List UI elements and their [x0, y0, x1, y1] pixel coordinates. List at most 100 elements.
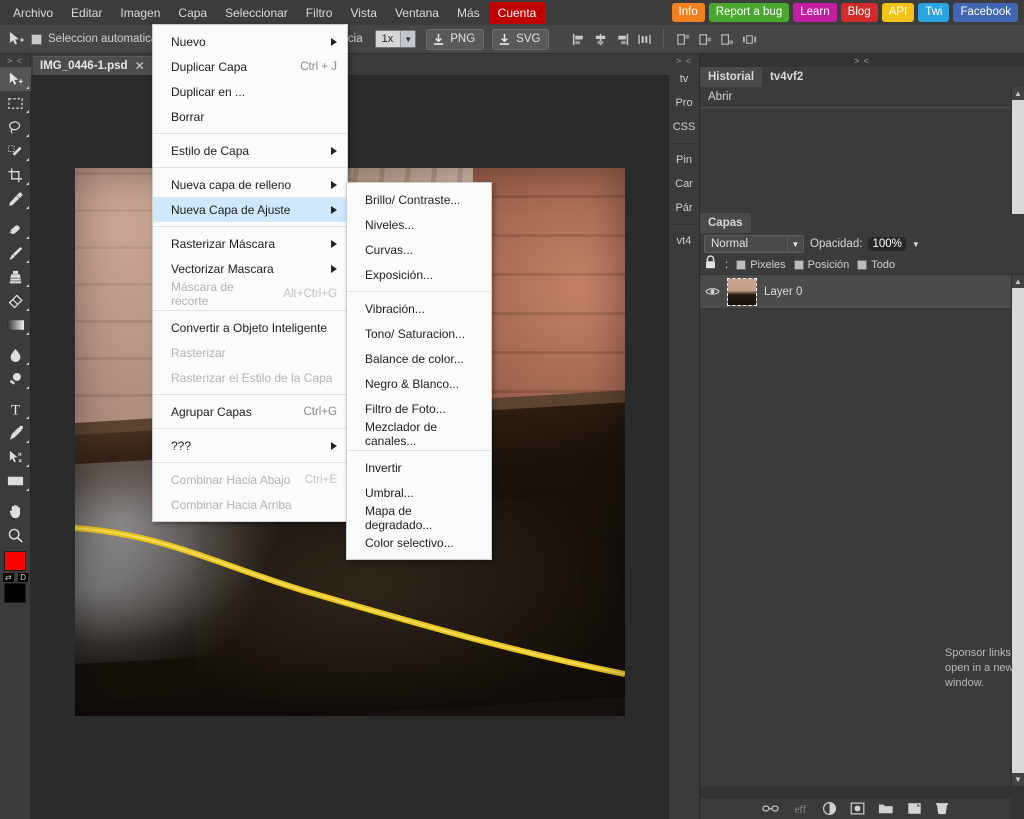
shape-tool[interactable]	[0, 469, 31, 493]
menu-ventana[interactable]: Ventana	[386, 2, 448, 24]
submenuitem-color-selectivo[interactable]: Color selectivo...	[347, 530, 491, 555]
submenuitem-filtro-de-foto[interactable]: Filtro de Foto...	[347, 396, 491, 421]
scroll-thumb[interactable]	[1012, 100, 1024, 219]
background-color-swatch[interactable]	[4, 583, 26, 603]
scroll-down-icon[interactable]: ▼	[1012, 773, 1024, 786]
scroll-up-icon[interactable]: ▲	[1012, 275, 1024, 288]
menuitem-duplicar-capa[interactable]: Duplicar Capa Ctrl + J	[153, 54, 347, 79]
distribute-horizontal-button[interactable]	[633, 28, 655, 50]
distribute-spacing-button[interactable]	[738, 28, 760, 50]
path-selection-tool[interactable]	[0, 445, 31, 469]
submenuitem-brillo-contraste[interactable]: Brillo/ Contraste...	[347, 187, 491, 212]
pen-tool[interactable]	[0, 421, 31, 445]
new-layer-icon[interactable]	[907, 802, 922, 815]
rail-item-pin[interactable]: Pin	[669, 148, 699, 172]
submenuitem-exposicion[interactable]: Exposición...	[347, 262, 491, 287]
lock-all-option[interactable]: Todo	[857, 259, 895, 271]
eraser-tool[interactable]	[0, 289, 31, 313]
menu-mas[interactable]: Más	[448, 2, 489, 24]
submenuitem-mezclador-de-canales[interactable]: Mezclador de canales...	[347, 420, 491, 448]
layer-mask-icon[interactable]	[850, 802, 865, 815]
align-left-button[interactable]	[567, 28, 589, 50]
lasso-tool[interactable]	[0, 115, 31, 139]
clone-stamp-tool[interactable]	[0, 265, 31, 289]
zoom-select[interactable]: 1x ▼	[374, 30, 417, 48]
eyedropper-tool[interactable]	[0, 187, 31, 211]
blend-mode-select[interactable]: Normal ▼	[704, 235, 804, 253]
menuitem-convertir-a-objeto-inteligente[interactable]: Convertir a Objeto Inteligente	[153, 315, 347, 340]
rail-item-vt4[interactable]: vt4	[669, 229, 699, 253]
scroll-thumb[interactable]	[1012, 288, 1024, 773]
menuitem-duplicar-en[interactable]: Duplicar en ...	[153, 79, 347, 104]
layer-align-b-button[interactable]	[694, 28, 716, 50]
rail-item-tv[interactable]: tv	[669, 67, 699, 91]
tools-collapse-button[interactable]: > <	[0, 54, 30, 67]
submenuitem-tono-saturacion[interactable]: Tono/ Saturacion...	[347, 321, 491, 346]
layer-align-c-button[interactable]	[716, 28, 738, 50]
menu-imagen[interactable]: Imagen	[111, 2, 169, 24]
lock-all-checkbox[interactable]	[857, 259, 868, 270]
default-colors-icon[interactable]: D	[18, 572, 28, 582]
menu-editar[interactable]: Editar	[62, 2, 111, 24]
submenuitem-negro-y-blanco[interactable]: Negro & Blanco...	[347, 371, 491, 396]
lock-position-checkbox[interactable]	[793, 259, 804, 270]
link-layers-icon[interactable]	[762, 803, 779, 814]
brush-tool[interactable]	[0, 241, 31, 265]
move-tool[interactable]	[0, 67, 31, 91]
submenuitem-niveles[interactable]: Niveles...	[347, 212, 491, 237]
layer-effects-icon[interactable]: eff	[792, 802, 809, 815]
link-learn[interactable]: Learn	[793, 3, 837, 22]
menuitem-rasterizar-mascara[interactable]: Rasterizar Máscara	[153, 231, 347, 256]
lock-position-option[interactable]: Posición	[793, 259, 849, 271]
document-tab[interactable]: IMG_0446-1.psd ✕	[33, 56, 152, 75]
adjustment-layer-submenu[interactable]: Brillo/ Contraste... Niveles... Curvas..…	[346, 182, 492, 560]
scroll-up-icon[interactable]: ▲	[1012, 87, 1024, 100]
zoom-tool[interactable]	[0, 523, 31, 547]
menu-archivo[interactable]: Archivo	[4, 2, 62, 24]
type-tool[interactable]: T	[0, 397, 31, 421]
export-svg-button[interactable]: SVG	[492, 28, 550, 50]
submenuitem-curvas[interactable]: Curvas...	[347, 237, 491, 262]
crop-tool[interactable]	[0, 163, 31, 187]
layer-name[interactable]: Layer 0	[764, 286, 802, 298]
blur-tool[interactable]	[0, 343, 31, 367]
menuitem-borrar[interactable]: Borrar	[153, 104, 347, 129]
lock-pixels-option[interactable]: Pixeles	[736, 259, 786, 271]
panel-collapse-button[interactable]: > <	[700, 54, 1024, 67]
submenuitem-invertir[interactable]: Invertir	[347, 455, 491, 480]
layer-align-a-button[interactable]	[672, 28, 694, 50]
rail-item-par[interactable]: Pár	[669, 196, 699, 220]
link-facebook[interactable]: Facebook	[953, 3, 1018, 22]
submenuitem-vibracion[interactable]: Vibración...	[347, 296, 491, 321]
history-scrollbar[interactable]: ▲ ▼	[1011, 87, 1024, 232]
layer-row[interactable]: Layer 0	[700, 275, 1024, 309]
rail-item-css[interactable]: CSS	[669, 115, 699, 139]
healing-brush-tool[interactable]	[0, 217, 31, 241]
rail-item-pro[interactable]: Pro	[669, 91, 699, 115]
foreground-color-swatch[interactable]	[4, 551, 26, 571]
close-icon[interactable]: ✕	[135, 59, 145, 73]
link-twitter[interactable]: Twi	[918, 3, 950, 22]
dodge-tool[interactable]	[0, 367, 31, 391]
swap-colors-icon[interactable]: ⇄	[3, 572, 14, 582]
eye-icon[interactable]	[704, 286, 720, 297]
layers-scrollbar[interactable]: ▲ ▼	[1011, 275, 1024, 786]
tab-capas[interactable]: Capas	[700, 213, 751, 233]
menu-vista[interactable]: Vista	[341, 2, 385, 24]
marquee-tool[interactable]	[0, 91, 31, 115]
capa-dropdown-menu[interactable]: Nuevo Duplicar Capa Ctrl + J Duplicar en …	[152, 24, 348, 522]
magic-wand-tool[interactable]	[0, 139, 31, 163]
new-group-icon[interactable]	[878, 802, 894, 815]
submenuitem-mapa-de-degradado[interactable]: Mapa de degradado...	[347, 504, 491, 532]
adjustment-layer-icon[interactable]	[822, 801, 837, 816]
tab-tv4vf2[interactable]: tv4vf2	[762, 67, 811, 87]
auto-select-checkbox[interactable]	[31, 33, 42, 45]
submenuitem-umbral[interactable]: Umbral...	[347, 480, 491, 505]
menuitem-agrupar-capas[interactable]: Agrupar Capas Ctrl+G	[153, 399, 347, 424]
export-png-button[interactable]: PNG	[426, 28, 485, 50]
link-blog[interactable]: Blog	[840, 3, 878, 22]
menuitem-vectorizar-mascara[interactable]: Vectorizar Mascara	[153, 256, 347, 281]
layers-list[interactable]: Layer 0 ▲ ▼	[700, 274, 1024, 786]
rail-item-car[interactable]: Car	[669, 172, 699, 196]
menuitem-nueva-capa-de-relleno[interactable]: Nueva capa de relleno	[153, 172, 347, 197]
